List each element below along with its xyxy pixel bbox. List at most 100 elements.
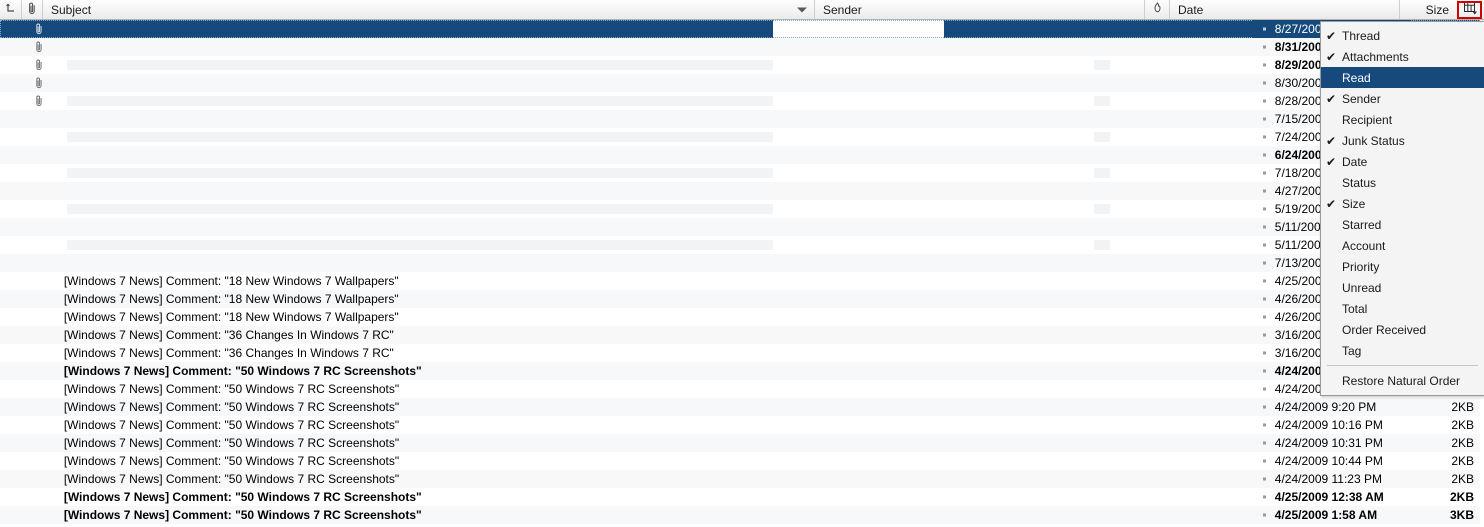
message-row[interactable]: 7/13/2009 5:17 PM xyxy=(0,254,1484,272)
message-row[interactable]: 5/19/2009 1:14 AM xyxy=(0,200,1484,218)
message-row[interactable]: 8/30/2009 8:05 AM xyxy=(0,74,1484,92)
cell-junk-status xyxy=(944,326,1252,344)
cell-subject: [Windows 7 News] Comment: "50 Windows 7 … xyxy=(59,416,774,434)
message-row[interactable]: [Windows 7 News] Comment: "18 New Window… xyxy=(0,290,1484,308)
cell-subject xyxy=(59,200,774,218)
subject-text: [Windows 7 News] Comment: "50 Windows 7 … xyxy=(63,508,422,522)
cell-thread xyxy=(0,326,21,344)
message-row[interactable]: [Windows 7 News] Comment: "50 Windows 7 … xyxy=(0,452,1484,470)
menu-item-read[interactable]: Read xyxy=(1321,67,1484,88)
size-text: 3KB xyxy=(1450,508,1475,522)
menu-item-account[interactable]: Account xyxy=(1321,235,1484,256)
message-row[interactable]: 5/11/2009 12:39 AM xyxy=(0,236,1484,254)
message-row[interactable]: [Windows 7 News] Comment: "50 Windows 7 … xyxy=(0,470,1484,488)
subject-placeholder xyxy=(66,168,774,178)
menu-item-status[interactable]: Status xyxy=(1321,172,1484,193)
message-row[interactable]: [Windows 7 News] Comment: "50 Windows 7 … xyxy=(0,380,1484,398)
read-status-dot xyxy=(1262,369,1266,373)
menu-item-restore-natural-order[interactable]: Restore Natural Order xyxy=(1321,370,1484,391)
menu-item-junk-status[interactable]: ✔ Junk Status xyxy=(1321,130,1484,151)
cell-subject: [Windows 7 News] Comment: "18 New Window… xyxy=(59,308,774,326)
column-header-size-label: Size xyxy=(1425,2,1449,17)
cell-size: 3KB xyxy=(1410,506,1484,524)
cell-sender xyxy=(773,182,944,200)
menu-item-priority[interactable]: Priority xyxy=(1321,256,1484,277)
message-row[interactable]: 8/28/2009 8:05 AM xyxy=(0,92,1484,110)
cell-attachment xyxy=(21,236,59,254)
cell-sender xyxy=(773,74,944,92)
column-header-attachments[interactable] xyxy=(22,0,43,19)
read-status-dot xyxy=(1262,513,1266,517)
cell-sender xyxy=(773,164,944,182)
column-header-subject[interactable]: Subject xyxy=(43,0,815,19)
message-list[interactable]: 8/27/2009 8:09 AM8/31/2009 8:05 AM8/29/2… xyxy=(0,20,1484,527)
cell-sender xyxy=(773,290,944,308)
cell-attachment xyxy=(21,470,59,488)
column-header-junk-status[interactable] xyxy=(1145,0,1170,19)
subject-text: [Windows 7 News] Comment: "50 Windows 7 … xyxy=(63,454,400,468)
cell-attachment xyxy=(21,326,59,344)
column-header-size[interactable]: Size xyxy=(1400,0,1458,19)
column-picker-button[interactable] xyxy=(1458,0,1484,19)
column-header-sender[interactable]: Sender xyxy=(815,0,1145,19)
message-row[interactable]: [Windows 7 News] Comment: "50 Windows 7 … xyxy=(0,398,1484,416)
menu-item-date[interactable]: ✔ Date xyxy=(1321,151,1484,172)
check-icon: ✔ xyxy=(1326,28,1337,43)
message-row[interactable]: 8/27/2009 8:09 AM xyxy=(0,20,1484,38)
cell-attachment xyxy=(21,92,59,110)
cell-attachment xyxy=(21,380,59,398)
menu-item-attachments[interactable]: ✔ Attachments xyxy=(1321,46,1484,67)
message-row[interactable]: 5/11/2009 3:44 PM xyxy=(0,218,1484,236)
message-row[interactable]: [Windows 7 News] Comment: "50 Windows 7 … xyxy=(0,488,1484,506)
cell-subject xyxy=(59,182,774,200)
cell-date: 4/24/2009 10:31 PM xyxy=(1253,434,1410,452)
menu-item-order-received[interactable]: Order Received xyxy=(1321,319,1484,340)
message-row[interactable]: [Windows 7 News] Comment: "50 Windows 7 … xyxy=(0,416,1484,434)
cell-subject: [Windows 7 News] Comment: "50 Windows 7 … xyxy=(59,506,774,524)
read-status-dot xyxy=(1262,225,1266,229)
menu-item-unread[interactable]: Unread xyxy=(1321,277,1484,298)
read-status-dot xyxy=(1262,45,1266,49)
cell-subject xyxy=(59,38,774,56)
menu-item-thread[interactable]: ✔ Thread xyxy=(1321,25,1484,46)
menu-item-size[interactable]: ✔ Size xyxy=(1321,193,1484,214)
message-row[interactable]: [Windows 7 News] Comment: "50 Windows 7 … xyxy=(0,506,1484,524)
cell-subject xyxy=(59,254,774,272)
message-row[interactable]: [Windows 7 News] Comment: "50 Windows 7 … xyxy=(0,434,1484,452)
cell-size: 2KB xyxy=(1410,470,1484,488)
message-row[interactable]: [Windows 7 News] Comment: "50 Windows 7 … xyxy=(0,362,1484,380)
read-status-dot xyxy=(1262,207,1266,211)
message-row[interactable]: 4/27/2009 3:55 PM xyxy=(0,182,1484,200)
menu-item-recipient[interactable]: Recipient xyxy=(1321,109,1484,130)
read-status-dot xyxy=(1262,171,1266,175)
column-picker-menu[interactable]: ✔ Thread ✔ Attachments Read ✔ Sender Recipient ✔… xyxy=(1320,21,1484,396)
check-icon: ✔ xyxy=(1326,91,1337,106)
message-row[interactable]: 6/24/2009 1:48 AM xyxy=(0,146,1484,164)
date-text: 4/24/2009 9:20 PM xyxy=(1274,400,1377,414)
cell-sender xyxy=(773,398,944,416)
cell-junk-status xyxy=(944,164,1252,182)
cell-junk-status xyxy=(944,218,1252,236)
message-row[interactable]: 7/15/2009 8:18 PM xyxy=(0,110,1484,128)
message-row[interactable]: 7/24/2009 10:29 AM xyxy=(0,128,1484,146)
menu-item-total[interactable]: Total xyxy=(1321,298,1484,319)
message-row[interactable]: [Windows 7 News] Comment: "36 Changes In… xyxy=(0,344,1484,362)
menu-item-sender[interactable]: ✔ Sender xyxy=(1321,88,1484,109)
menu-item-tag[interactable]: Tag xyxy=(1321,340,1484,361)
message-row[interactable]: 8/31/2009 8:05 AM xyxy=(0,38,1484,56)
cell-attachment xyxy=(21,164,59,182)
column-header-date[interactable]: Date xyxy=(1170,0,1400,19)
message-row[interactable]: 8/29/2009 8:04 AM xyxy=(0,56,1484,74)
message-row[interactable]: [Windows 7 News] Comment: "18 New Window… xyxy=(0,272,1484,290)
cell-thread xyxy=(0,110,21,128)
cell-thread xyxy=(0,362,21,380)
date-text: 4/25/2009 1:58 AM xyxy=(1274,508,1378,522)
message-row[interactable]: 7/18/2009 6:48 PM xyxy=(0,164,1484,182)
message-row[interactable]: [Windows 7 News] Comment: "18 New Window… xyxy=(0,308,1484,326)
read-status-dot xyxy=(1262,99,1266,103)
menu-item-starred[interactable]: Starred xyxy=(1321,214,1484,235)
message-row[interactable]: [Windows 7 News] Comment: "36 Changes In… xyxy=(0,326,1484,344)
column-header-thread[interactable] xyxy=(0,0,22,19)
cell-attachment xyxy=(21,272,59,290)
size-text: 2KB xyxy=(1450,490,1475,504)
